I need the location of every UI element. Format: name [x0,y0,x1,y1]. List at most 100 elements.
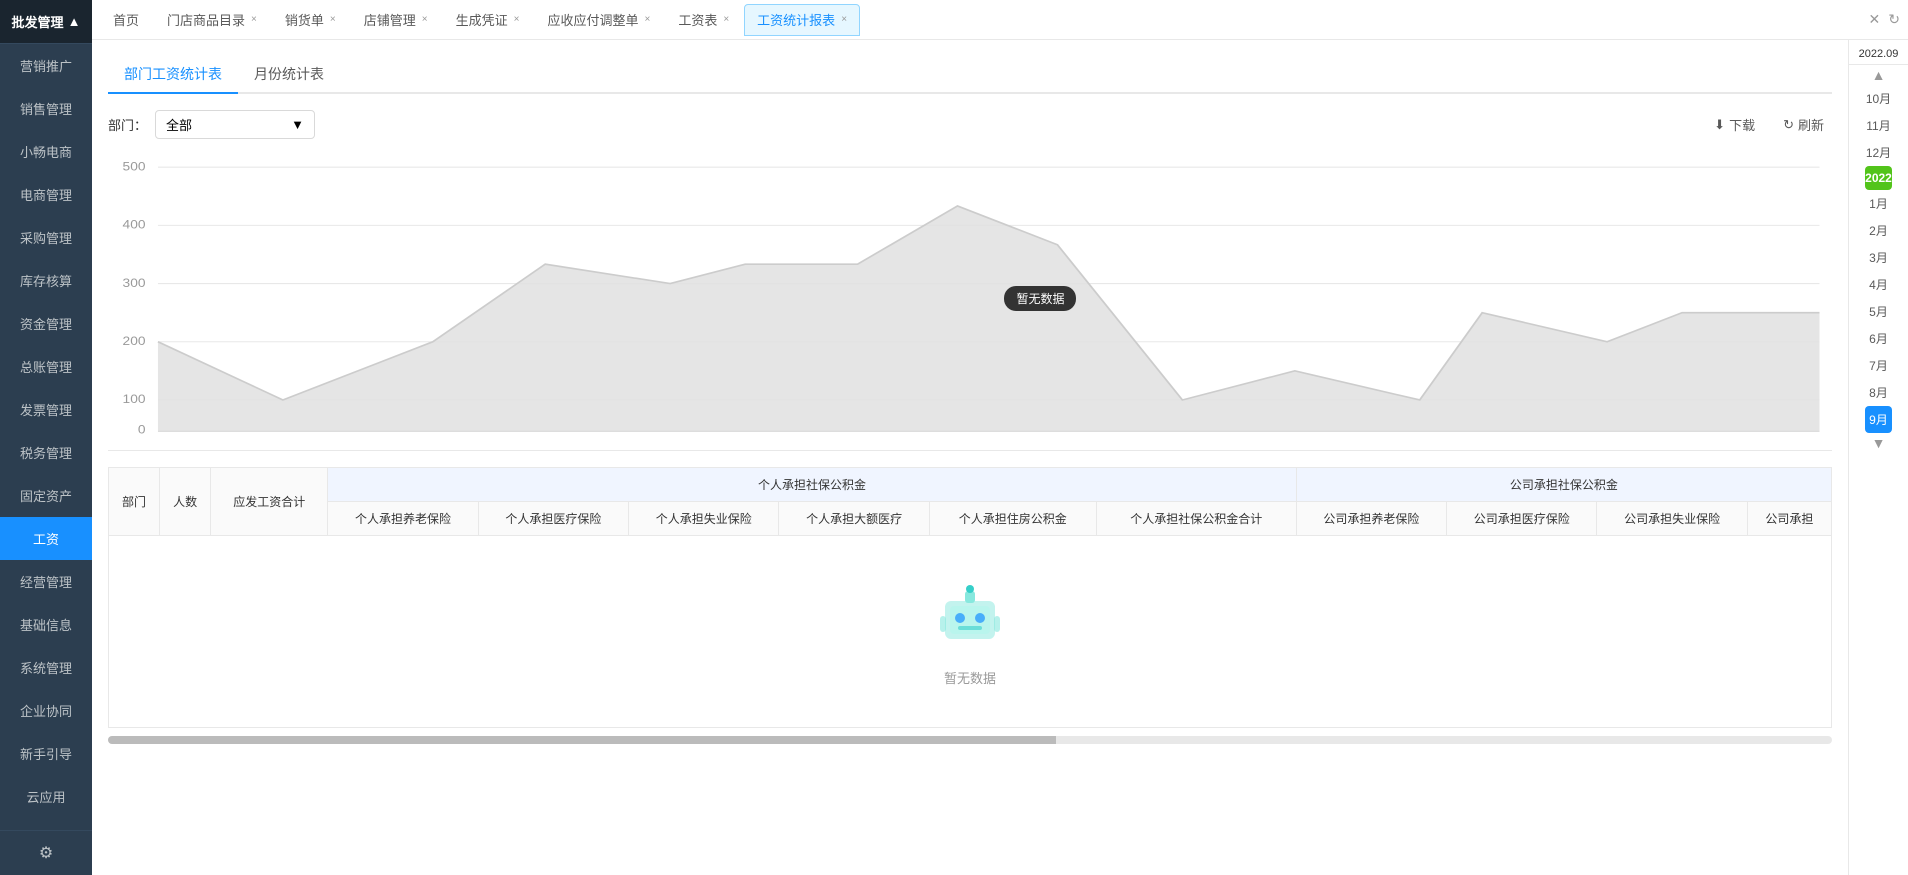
date-item-10月[interactable]: 10月 [1865,85,1892,112]
data-table: 部门 人数 应发工资合计 个人承担社保公积金 公司承担社保公积金 个人承担养老保… [108,467,1832,728]
sidebar-item-小畅电商[interactable]: 小畅电商 [0,130,92,173]
sidebar-item-库存核算[interactable]: 库存核算 [0,259,92,302]
sidebar-item-资金管理[interactable]: 资金管理 [0,302,92,345]
sub-tab-month[interactable]: 月份统计表 [238,56,340,94]
sidebar-item-电商管理[interactable]: 电商管理 [0,173,92,216]
th-company-group: 公司承担社保公积金 [1296,468,1831,502]
tab-close-门店商品目录[interactable]: × [251,14,257,25]
date-item-7月[interactable]: 7月 [1865,352,1892,379]
svg-text:400: 400 [123,218,146,232]
svg-text:300: 300 [123,276,146,290]
sub-tabs: 部门工资统计表 月份统计表 [108,56,1832,94]
tab-生成凭证[interactable]: 生成凭证× [443,4,533,36]
th-个人承担住房公积金: 个人承担住房公积金 [929,502,1096,536]
tab-close-工资表[interactable]: × [723,14,729,25]
chart-svg: 500 400 300 200 100 0 [108,151,1832,442]
date-item-3月[interactable]: 3月 [1865,244,1892,271]
sidebar-item-经营管理[interactable]: 经营管理 [0,560,92,603]
tab-销货单[interactable]: 销货单× [272,4,349,36]
tab-close-销货单[interactable]: × [330,14,336,25]
sidebar-item-基础信息[interactable]: 基础信息 [0,603,92,646]
sidebar-footer: ⚙ [0,830,92,875]
sidebar-item-新手引导[interactable]: 新手引导 [0,732,92,775]
table-row: 暂无数据 [109,536,1832,728]
tab-应收应付调整单[interactable]: 应收应付调整单× [534,4,663,36]
date-item-9月[interactable]: 9月 [1865,406,1892,433]
tab-门店商品目录[interactable]: 门店商品目录× [154,4,270,36]
dept-select[interactable]: 全部 ▼ [155,110,315,139]
main-area: 首页门店商品目录×销货单×店铺管理×生成凭证×应收应付调整单×工资表×工资统计报… [92,0,1908,875]
toolbar-left: 部门： 全部 ▼ [108,110,315,139]
date-nav-down[interactable]: ▼ [1872,433,1886,453]
sidebar-item-总账管理[interactable]: 总账管理 [0,345,92,388]
th-personal-group: 个人承担社保公积金 [328,468,1296,502]
scroll-hint[interactable] [108,736,1832,744]
tab-close-应收应付调整单[interactable]: × [644,14,650,25]
download-button[interactable]: ⬇ 下载 [1706,111,1763,138]
sub-tab-dept[interactable]: 部门工资统计表 [108,56,238,94]
sidebar-item-销售管理[interactable]: 销售管理 [0,87,92,130]
sidebar-item-发票管理[interactable]: 发票管理 [0,388,92,431]
tab-close-店铺管理[interactable]: × [422,14,428,25]
sidebar-item-营销推广[interactable]: 营销推广 [0,44,92,87]
tab-bar: 首页门店商品目录×销货单×店铺管理×生成凭证×应收应付调整单×工资表×工资统计报… [92,0,1908,40]
th-公司承担失业保险: 公司承担失业保险 [1597,502,1747,536]
dept-label: 部门： [108,115,147,134]
chart-no-data-tooltip: 暂无数据 [1004,286,1076,311]
tab-工资表[interactable]: 工资表× [665,4,742,36]
empty-text: 暂无数据 [944,668,996,687]
sidebar-item-工资[interactable]: 工资 [0,517,92,560]
date-nav-up[interactable]: ▲ [1872,65,1886,85]
sidebar-item-采购管理[interactable]: 采购管理 [0,216,92,259]
date-item-6月[interactable]: 6月 [1865,325,1892,352]
date-item-1月[interactable]: 1月 [1865,190,1892,217]
tab-工资统计报表[interactable]: 工资统计报表× [744,4,860,36]
th-公司承担养老保险: 公司承担养老保险 [1296,502,1446,536]
download-icon: ⬇ [1714,117,1725,133]
th-dept: 部门 [109,468,160,536]
sidebar-item-企业协同[interactable]: 企业协同 [0,689,92,732]
date-item-12月[interactable]: 12月 [1865,139,1892,166]
date-item-2月[interactable]: 2月 [1865,217,1892,244]
date-item-8月[interactable]: 8月 [1865,379,1892,406]
svg-text:200: 200 [123,334,146,348]
sidebar-title: 批发管理 [12,12,64,31]
th-个人承担社保公积金合计: 个人承担社保公积金合计 [1096,502,1296,536]
tab-首页[interactable]: 首页 [100,4,152,36]
th-个人承担大额医疗: 个人承担大额医疗 [779,502,929,536]
refresh-button[interactable]: ↻ 刷新 [1775,111,1832,138]
content-area: 部门工资统计表 月份统计表 部门： 全部 ▼ ⬇ 下载 [92,40,1908,875]
tab-店铺管理[interactable]: 店铺管理× [351,4,441,36]
th-salary: 应发工资合计 [211,468,328,536]
chevron-down-icon: ▼ [291,117,304,132]
tab-bar-right: ✕ ↻ [1869,11,1900,28]
svg-text:500: 500 [123,159,146,173]
gear-icon[interactable]: ⚙ [39,843,53,863]
close-all-icon[interactable]: ✕ [1869,11,1881,28]
date-panel: 2022.09 ▲ 10月11月12月20221月2月3月4月5月6月7月8月9… [1848,40,1908,875]
date-item-2022[interactable]: 2022 [1865,166,1892,190]
sidebar-item-固定资产[interactable]: 固定资产 [0,474,92,517]
th-公司承担: 公司承担 [1747,502,1831,536]
dept-select-value: 全部 [166,115,192,134]
date-panel-current: 2022.09 [1849,44,1908,65]
svg-text:0: 0 [138,422,146,436]
empty-illustration [930,576,1010,656]
sidebar-item-税务管理[interactable]: 税务管理 [0,431,92,474]
th-公司承担医疗保险: 公司承担医疗保险 [1447,502,1597,536]
th-count: 人数 [160,468,211,536]
refresh-icon: ↻ [1783,117,1794,133]
date-item-11月[interactable]: 11月 [1865,112,1892,139]
svg-text:100: 100 [123,392,146,406]
sidebar-item-系统管理[interactable]: 系统管理 [0,646,92,689]
refresh-tab-icon[interactable]: ↻ [1888,11,1900,28]
tab-close-工资统计报表[interactable]: × [841,14,847,25]
sidebar-item-云应用[interactable]: 云应用 [0,775,92,818]
sidebar-header[interactable]: 批发管理 ▲ [0,0,92,44]
date-item-4月[interactable]: 4月 [1865,271,1892,298]
sidebar: 批发管理 ▲ 营销推广销售管理小畅电商电商管理采购管理库存核算资金管理总账管理发… [0,0,92,875]
chart-container: 500 400 300 200 100 0 [108,151,1832,451]
tab-close-生成凭证[interactable]: × [514,14,520,25]
date-item-5月[interactable]: 5月 [1865,298,1892,325]
empty-state: 暂无数据 [109,536,1831,727]
